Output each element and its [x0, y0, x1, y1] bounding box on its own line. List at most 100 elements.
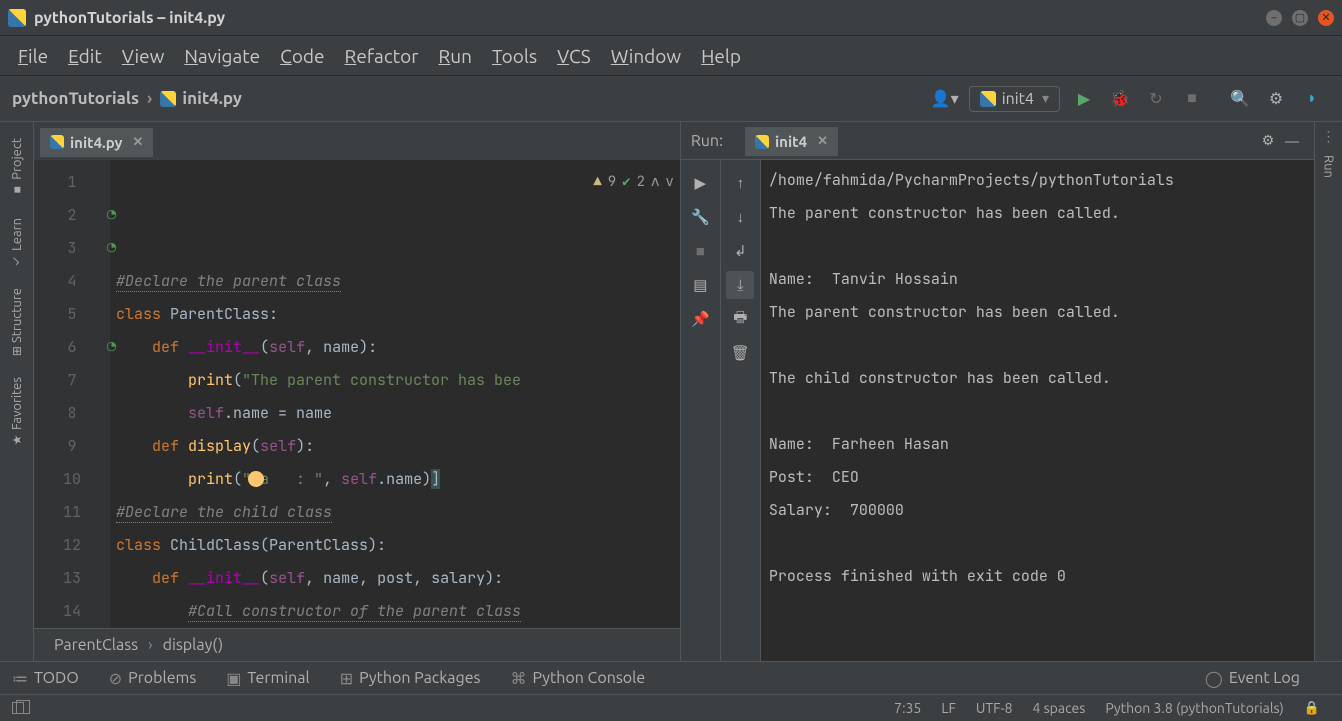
line-number[interactable]: 11	[34, 496, 110, 529]
breadcrumb-project[interactable]: pythonTutorials	[12, 89, 139, 108]
line-separator[interactable]: LF	[941, 700, 956, 716]
breadcrumb-method[interactable]: display()	[163, 636, 224, 654]
tool-icon: ⌘	[511, 669, 527, 688]
tool-python-console[interactable]: ⌘Python Console	[511, 669, 646, 688]
intention-bulb-icon[interactable]	[248, 471, 264, 487]
editor-body[interactable]: 12◔3◔456◔7891011121314 ▲ 9 ✔ 2 ʌ v #Decl…	[34, 160, 680, 628]
pin-icon[interactable]: 📌	[686, 305, 714, 333]
tool-python-packages[interactable]: ⊞Python Packages	[340, 669, 481, 688]
menu-refactor[interactable]: Refactor	[335, 41, 429, 71]
event-log-button[interactable]: ◯ Event Log	[1205, 669, 1300, 688]
close-button[interactable]: ✕	[1318, 10, 1334, 26]
menu-window[interactable]: Window	[601, 41, 691, 71]
line-number[interactable]: 2◔	[34, 199, 110, 232]
line-number[interactable]: 7	[34, 364, 110, 397]
code-line[interactable]: def __init__(self, name):	[116, 331, 680, 364]
line-number[interactable]: 13	[34, 562, 110, 595]
breadcrumb-class[interactable]: ParentClass	[54, 636, 138, 654]
code-line[interactable]: class ParentClass:	[116, 298, 680, 331]
line-number[interactable]: 9	[34, 430, 110, 463]
maximize-button[interactable]: ▢	[1292, 10, 1308, 26]
search-icon[interactable]: 🔍	[1226, 85, 1254, 113]
tool-todo[interactable]: ≔TODO	[12, 669, 79, 688]
line-number[interactable]: 4	[34, 265, 110, 298]
breadcrumb-file[interactable]: init4.py	[182, 89, 242, 108]
tool-window-favorites[interactable]: ★Favorites	[10, 377, 24, 448]
code-line[interactable]: class ChildClass(ParentClass):	[116, 529, 680, 562]
close-tab-icon[interactable]: ✕	[817, 134, 828, 149]
layout-icon[interactable]: ▤	[686, 271, 714, 299]
inspection-widget[interactable]: ▲ 9 ✔ 2 ʌ v	[593, 166, 674, 199]
stop-button[interactable]: ■	[686, 237, 714, 265]
minimize-button[interactable]: –	[1266, 10, 1282, 26]
line-number[interactable]: 1	[34, 166, 110, 199]
code-line[interactable]: #Declare the parent class	[116, 265, 680, 298]
rerun-button[interactable]: ▶	[686, 169, 714, 197]
line-number[interactable]: 10	[34, 463, 110, 496]
line-number[interactable]: 6◔	[34, 331, 110, 364]
run-tab-init4[interactable]: init4 ✕	[745, 125, 838, 156]
python-interpreter[interactable]: Python 3.8 (pythonTutorials)	[1105, 700, 1283, 716]
down-arrow-icon[interactable]: ↓	[726, 203, 754, 231]
tool-terminal[interactable]: ▣Terminal	[226, 669, 309, 688]
run-configuration-selector[interactable]: init4 ▾	[969, 86, 1060, 112]
code-line[interactable]: def __init__(self, name, post, salary):	[116, 562, 680, 595]
breadcrumb[interactable]: pythonTutorials › init4.py	[12, 89, 242, 108]
user-icon[interactable]: 👤▾	[931, 85, 959, 113]
lock-icon[interactable]: 🔒	[1304, 701, 1320, 716]
editor-breadcrumb[interactable]: ParentClass › display()	[34, 628, 680, 661]
debug-button[interactable]: 🐞	[1106, 85, 1134, 113]
menu-view[interactable]: View	[112, 41, 175, 71]
up-arrow-icon[interactable]: ↑	[726, 169, 754, 197]
tool-window-structure[interactable]: ⊞Structure	[10, 288, 24, 357]
menu-help[interactable]: Help	[691, 41, 751, 71]
tool-icon: ▣	[226, 669, 241, 688]
code-line[interactable]: #Declare the child class	[116, 496, 680, 529]
scroll-to-end-icon[interactable]: ⤓	[726, 271, 754, 299]
tool-windows-quick-access-icon[interactable]	[12, 702, 24, 714]
wrench-icon[interactable]: 🔧	[686, 203, 714, 231]
line-number[interactable]: 3◔	[34, 232, 110, 265]
tool-problems[interactable]: ⊘Problems	[109, 669, 197, 688]
stop-button[interactable]: ■	[1178, 85, 1206, 113]
code-line[interactable]: self.name = name	[116, 397, 680, 430]
tool-window-learn[interactable]: ✓Learn	[10, 218, 24, 268]
gear-icon[interactable]: ⚙	[1256, 132, 1280, 149]
menu-edit[interactable]: Edit	[58, 41, 112, 71]
code-line[interactable]: print("Na : ", self.name)]	[116, 463, 680, 496]
coverage-button[interactable]: ↻	[1142, 85, 1170, 113]
menu-file[interactable]: File	[8, 41, 58, 71]
print-icon[interactable]: 🖶	[726, 305, 754, 333]
gear-icon[interactable]: ⚙	[1262, 85, 1290, 113]
line-number[interactable]: 8	[34, 397, 110, 430]
line-number[interactable]: 12	[34, 529, 110, 562]
console-output[interactable]: /home/fahmida/PycharmProjects/pythonTuto…	[761, 160, 1314, 661]
menu-code[interactable]: Code	[270, 41, 334, 71]
code-area[interactable]: ▲ 9 ✔ 2 ʌ v #Declare the parent classcla…	[110, 160, 680, 628]
indent-mode[interactable]: 4 spaces	[1033, 700, 1086, 716]
code-line[interactable]: print("The parent constructor has bee	[116, 364, 680, 397]
play-with-provider-icon[interactable]: ◗	[1298, 85, 1326, 113]
run-button[interactable]: ▶	[1070, 85, 1098, 113]
code-line[interactable]: #Call constructor of the parent class	[116, 595, 680, 628]
code-line[interactable]: def display(self):	[116, 430, 680, 463]
minimize-panel-icon[interactable]: —	[1280, 133, 1304, 149]
caret-position[interactable]: 7:35	[894, 700, 921, 716]
editor-tab-init4[interactable]: init4.py ✕	[40, 126, 153, 157]
more-icon[interactable]: ⋮	[1322, 128, 1336, 145]
run-tool-label[interactable]: Run	[1322, 155, 1336, 178]
trash-icon[interactable]: 🗑	[726, 339, 754, 367]
chevron-up-icon[interactable]: ʌ	[651, 166, 659, 199]
soft-wrap-icon[interactable]: ↲	[726, 237, 754, 265]
menu-tools[interactable]: Tools	[482, 41, 547, 71]
line-number[interactable]: 14	[34, 595, 110, 628]
line-number[interactable]: 5	[34, 298, 110, 331]
menu-vcs[interactable]: VCS	[547, 41, 601, 71]
chevron-down-icon[interactable]: v	[665, 166, 673, 199]
menu-run[interactable]: Run	[428, 41, 482, 71]
file-encoding[interactable]: UTF-8	[976, 700, 1013, 716]
close-tab-icon[interactable]: ✕	[133, 135, 144, 150]
tool-window-project[interactable]: ■Project	[10, 138, 24, 198]
menu-navigate[interactable]: Navigate	[174, 41, 270, 71]
gutter[interactable]: 12◔3◔456◔7891011121314	[34, 160, 110, 628]
